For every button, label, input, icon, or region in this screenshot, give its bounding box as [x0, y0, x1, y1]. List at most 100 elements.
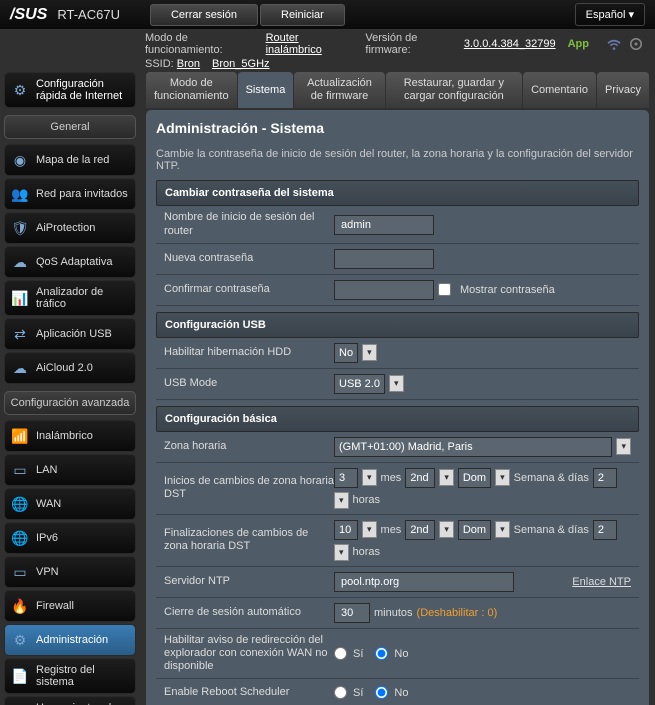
section-password: Cambiar contraseña del sistema: [156, 180, 639, 206]
sidebar-item-usb[interactable]: ⇄ Aplicación USB: [4, 318, 136, 350]
section-basic: Configuración básica: [156, 406, 639, 432]
sidebar-item-label: VPN: [36, 566, 59, 578]
sidebar-item-label: Aplicación USB: [36, 328, 112, 340]
sidebar-item-wan[interactable]: 🌐 WAN: [4, 488, 136, 520]
caret-icon[interactable]: ▾: [495, 521, 510, 538]
ssid-5[interactable]: Bron_5GHz: [212, 58, 269, 70]
netmap-icon: ◉: [10, 150, 30, 170]
aiprotect-icon: 🛡: [10, 218, 30, 238]
sidebar-item-admin[interactable]: ⚙Administración: [4, 624, 136, 656]
ssid-24[interactable]: Bron: [177, 58, 200, 70]
tz-select[interactable]: (GMT+01:00) Madrid, Paris: [334, 437, 612, 457]
wanwarn-yes[interactable]: [334, 647, 347, 660]
tab-feedback[interactable]: Comentario: [523, 72, 596, 108]
sidebar-item-label: QoS Adaptativa: [36, 256, 112, 268]
sidebar-item-syslog[interactable]: 📄Registro del sistema: [4, 658, 136, 694]
sidebar-group-advanced: Configuración avanzada: [4, 391, 136, 415]
sidebar-item-aicloud[interactable]: ☁AiCloud 2.0: [4, 352, 136, 384]
sidebar-item-aiprotect[interactable]: 🛡 AiProtection: [4, 212, 136, 244]
dst-select[interactable]: 2: [593, 520, 617, 540]
sidebar-item-label: Firewall: [36, 600, 74, 612]
sidebar-item-tools[interactable]: 🔧Herramientas de red: [4, 696, 136, 705]
caret-icon[interactable]: ▾: [334, 492, 349, 509]
reboot-button[interactable]: Reiniciar: [260, 4, 345, 26]
sidebar-group-general: General: [4, 115, 136, 139]
caret-icon[interactable]: ▾: [389, 375, 404, 392]
usb-mode-select[interactable]: USB 2.0: [334, 374, 385, 394]
syslog-icon: 📄: [10, 666, 30, 686]
reboot-no[interactable]: [375, 686, 388, 699]
page-title: Administración - Sistema: [156, 120, 639, 136]
caret-icon[interactable]: ▾: [439, 469, 454, 486]
ntp-link[interactable]: Enlace NTP: [572, 576, 631, 588]
caret-icon[interactable]: ▾: [362, 521, 377, 538]
sidebar-item-quick-setup[interactable]: ⚙ Configuración rápida de Internet: [4, 72, 136, 108]
admin-icon: ⚙: [10, 630, 30, 650]
sidebar-item-firewall[interactable]: 🔥 Firewall: [4, 590, 136, 622]
traffic-icon: 📊: [10, 288, 30, 308]
sidebar-item-label: AiCloud 2.0: [36, 362, 93, 374]
firewall-icon: 🔥: [10, 596, 30, 616]
confirm-pass-input[interactable]: [334, 280, 434, 300]
autologout-input[interactable]: [334, 603, 370, 623]
sidebar-item-qos[interactable]: ☁ QoS Adaptativa: [4, 246, 136, 278]
ssid-bar: SSID: Bron Bron_5GHz: [0, 58, 655, 72]
sidebar-item-traffic[interactable]: 📊 Analizador de tráfico: [4, 280, 136, 316]
caret-icon[interactable]: ▾: [495, 469, 510, 486]
sidebar-item-label: LAN: [36, 464, 57, 476]
reboot-yes[interactable]: [334, 686, 347, 699]
wanwarn-no[interactable]: [375, 647, 388, 660]
sidebar: ⚙ Configuración rápida de Internet Gener…: [0, 72, 140, 705]
wifi-icon[interactable]: [605, 35, 623, 53]
sidebar-item-label: IPv6: [36, 532, 58, 544]
ntp-input[interactable]: [334, 572, 514, 592]
tab-opmode[interactable]: Modo de funcionamiento: [146, 72, 237, 108]
caret-icon[interactable]: ▾: [334, 544, 349, 561]
tab-restore[interactable]: Restaurar, guardar y cargar configuració…: [386, 72, 522, 108]
sidebar-item-vpn[interactable]: ▭ VPN: [4, 556, 136, 588]
app-link[interactable]: App: [568, 38, 589, 50]
language-select[interactable]: Español ▾: [575, 3, 645, 26]
sidebar-item-lan[interactable]: ▭LAN: [4, 454, 136, 486]
wireless-icon: 📶: [10, 426, 30, 446]
sidebar-item-label: Inalámbrico: [36, 430, 93, 442]
sidebar-item-wireless[interactable]: 📶 Inalámbrico: [4, 420, 136, 452]
caret-icon[interactable]: ▾: [362, 344, 377, 361]
vpn-icon: ▭: [10, 562, 30, 582]
dst-select[interactable]: 3: [334, 468, 358, 488]
dst-select[interactable]: 2nd: [405, 468, 435, 488]
sidebar-item-netmap[interactable]: ◉Mapa de la red: [4, 144, 136, 176]
tab-fwupdate[interactable]: Actualización de firmware: [294, 72, 384, 108]
dst-select[interactable]: Dom: [458, 468, 491, 488]
caret-icon[interactable]: ▾: [439, 521, 454, 538]
info-bar: Modo de funcionamiento: Router inalámbri…: [0, 30, 655, 58]
dst-select[interactable]: Dom: [458, 520, 491, 540]
sidebar-item-label: Red para invitados: [36, 188, 128, 200]
logout-button[interactable]: Cerrar sesión: [150, 4, 258, 26]
status-icon[interactable]: [627, 35, 645, 53]
mode-link[interactable]: Router inalámbrico: [266, 32, 354, 56]
firmware-link[interactable]: 3.0.0.4.384_32799: [464, 38, 556, 50]
caret-icon[interactable]: ▾: [362, 469, 377, 486]
qos-icon: ☁: [10, 252, 30, 272]
dst-select[interactable]: 10: [334, 520, 358, 540]
new-pass-input[interactable]: [334, 249, 434, 269]
tab-system[interactable]: Sistema: [238, 72, 294, 108]
sidebar-item-label: AiProtection: [36, 222, 95, 234]
sidebar-item-guest[interactable]: 👥Red para invitados: [4, 178, 136, 210]
login-name-input[interactable]: [334, 215, 434, 235]
dst-select[interactable]: 2: [593, 468, 617, 488]
caret-icon[interactable]: ▾: [616, 438, 631, 455]
model-label: RT-AC67U: [57, 7, 120, 22]
sidebar-item-label: WAN: [36, 498, 61, 510]
dst-select[interactable]: 2nd: [405, 520, 435, 540]
show-pass-checkbox[interactable]: [438, 283, 451, 296]
wan-icon: 🌐: [10, 494, 30, 514]
sidebar-item-label: Analizador de tráfico: [36, 286, 130, 310]
tab-privacy[interactable]: Privacy: [597, 72, 649, 108]
usb-icon: ⇄: [10, 324, 30, 344]
sidebar-item-ipv6[interactable]: 🌐 IPv6: [4, 522, 136, 554]
hdd-select[interactable]: No: [334, 343, 358, 363]
ipv6-icon: 🌐: [10, 528, 30, 548]
gear-icon: ⚙: [10, 80, 30, 100]
